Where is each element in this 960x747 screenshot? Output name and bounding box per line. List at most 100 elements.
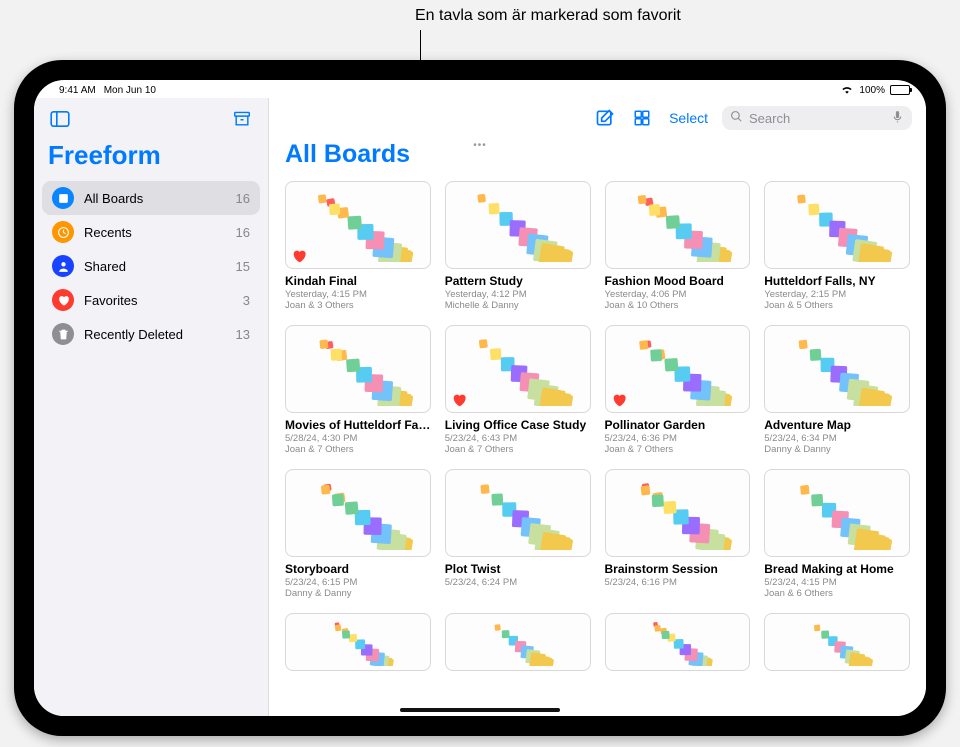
- sidebar-item-count: 15: [236, 259, 250, 274]
- board-thumbnail: [605, 181, 751, 269]
- board-card[interactable]: Plot Twist5/23/24, 6:24 PM: [445, 469, 591, 599]
- new-board-button[interactable]: [591, 108, 619, 128]
- app-body: Freeform All Boards 16 Recents 16 Shared 15 Fa…: [34, 98, 926, 716]
- sidebar-item-count: 3: [243, 293, 250, 308]
- search-input[interactable]: Search: [722, 106, 912, 130]
- board-date: 5/23/24, 6:43 PM: [445, 433, 591, 444]
- board-title: Pattern Study: [445, 274, 591, 288]
- board-thumbnail: [445, 469, 591, 557]
- board-card[interactable]: [605, 613, 751, 671]
- status-time: 9:41 AM: [59, 85, 96, 96]
- board-card[interactable]: Kindah FinalYesterday, 4:15 PMJoan & 3 O…: [285, 181, 431, 311]
- board-thumbnail: [605, 469, 751, 557]
- board-thumbnail: [605, 613, 751, 671]
- board-date: Yesterday, 4:12 PM: [445, 289, 591, 300]
- board-thumbnail: [764, 325, 910, 413]
- board-card[interactable]: Brainstorm Session5/23/24, 6:16 PM: [605, 469, 751, 599]
- sidebar: Freeform All Boards 16 Recents 16 Shared 15 Fa…: [34, 98, 269, 716]
- board-title: Storyboard: [285, 562, 431, 576]
- select-button[interactable]: Select: [665, 110, 712, 126]
- annotation-label: En tavla som är markerad som favorit: [415, 7, 681, 25]
- sidebar-item-all[interactable]: All Boards 16: [42, 181, 260, 215]
- board-date: 5/23/24, 6:15 PM: [285, 577, 431, 588]
- board-date: 5/23/24, 6:16 PM: [605, 577, 751, 588]
- sidebar-item-label: Favorites: [84, 293, 137, 308]
- board-shared: Joan & 5 Others: [764, 300, 910, 311]
- board-thumbnail: [764, 613, 910, 671]
- board-title: Brainstorm Session: [605, 562, 751, 576]
- board-card[interactable]: Movies of Hutteldorf Fa…5/28/24, 4:30 PM…: [285, 325, 431, 455]
- board-date: Yesterday, 4:15 PM: [285, 289, 431, 300]
- board-shared: Danny & Danny: [764, 444, 910, 455]
- mic-icon[interactable]: [891, 110, 904, 126]
- board-card[interactable]: Storyboard5/23/24, 6:15 PMDanny & Danny: [285, 469, 431, 599]
- sidebar-item-count: 16: [236, 191, 250, 206]
- battery-pct: 100%: [859, 85, 885, 96]
- board-card[interactable]: Pollinator Garden5/23/24, 6:36 PMJoan & …: [605, 325, 751, 455]
- board-card[interactable]: Pattern StudyYesterday, 4:12 PMMichelle …: [445, 181, 591, 311]
- view-mode-button[interactable]: [629, 109, 655, 127]
- board-shared: Joan & 7 Others: [445, 444, 591, 455]
- home-indicator[interactable]: [400, 708, 560, 712]
- sidebar-item-rec[interactable]: Recents 16: [42, 215, 260, 249]
- board-card[interactable]: Bread Making at Home5/23/24, 4:15 PMJoan…: [764, 469, 910, 599]
- board-shared: Joan & 7 Others: [605, 444, 751, 455]
- sidebar-item-sha[interactable]: Shared 15: [42, 249, 260, 283]
- board-card[interactable]: Hutteldorf Falls, NYYesterday, 2:15 PMJo…: [764, 181, 910, 311]
- board-date: Yesterday, 4:06 PM: [605, 289, 751, 300]
- board-title: Movies of Hutteldorf Fa…: [285, 418, 431, 432]
- main-area: Select Search All Boards Kindah FinalYes…: [269, 98, 926, 716]
- board-shared: Michelle & Danny: [445, 300, 591, 311]
- board-card[interactable]: [764, 613, 910, 671]
- board-thumbnail: [285, 181, 431, 269]
- board-date: 5/23/24, 6:24 PM: [445, 577, 591, 588]
- ipad-screen: 9:41 AM Mon Jun 10 100%: [34, 80, 926, 716]
- sidebar-item-label: Shared: [84, 259, 126, 274]
- favorite-icon: [611, 392, 627, 408]
- rec-icon: [52, 221, 74, 243]
- board-shared: Joan & 10 Others: [605, 300, 751, 311]
- board-card[interactable]: [285, 613, 431, 671]
- sidebar-item-label: All Boards: [84, 191, 143, 206]
- board-title: Hutteldorf Falls, NY: [764, 274, 910, 288]
- board-card[interactable]: Adventure Map5/23/24, 6:34 PMDanny & Dan…: [764, 325, 910, 455]
- board-title: Fashion Mood Board: [605, 274, 751, 288]
- page-title: All Boards: [269, 132, 926, 181]
- board-date: 5/23/24, 4:15 PM: [764, 577, 910, 588]
- sidebar-item-label: Recents: [84, 225, 132, 240]
- favorite-icon: [291, 248, 307, 264]
- board-grid: Kindah FinalYesterday, 4:15 PMJoan & 3 O…: [269, 181, 926, 716]
- sidebar-item-fav[interactable]: Favorites 3: [42, 283, 260, 317]
- del-icon: [52, 323, 74, 345]
- camera-dots: •••: [473, 140, 487, 151]
- sidebar-item-label: Recently Deleted: [84, 327, 183, 342]
- sidebar-item-count: 16: [236, 225, 250, 240]
- board-shared: Joan & 3 Others: [285, 300, 431, 311]
- board-shared: Joan & 6 Others: [764, 588, 910, 599]
- board-date: Yesterday, 2:15 PM: [764, 289, 910, 300]
- board-card[interactable]: Fashion Mood BoardYesterday, 4:06 PMJoan…: [605, 181, 751, 311]
- toggle-sidebar-button[interactable]: [46, 106, 74, 132]
- board-thumbnail: [605, 325, 751, 413]
- board-thumbnail: [285, 325, 431, 413]
- archive-button[interactable]: [228, 106, 256, 132]
- board-date: 5/28/24, 4:30 PM: [285, 433, 431, 444]
- board-thumbnail: [764, 181, 910, 269]
- sidebar-item-count: 13: [236, 327, 250, 342]
- toolbar: Select Search: [269, 98, 926, 132]
- ipad-frame: ••• 9:41 AM Mon Jun 10 100%: [14, 60, 946, 736]
- all-icon: [52, 187, 74, 209]
- sidebar-item-del[interactable]: Recently Deleted 13: [42, 317, 260, 351]
- fav-icon: [52, 289, 74, 311]
- board-card[interactable]: [445, 613, 591, 671]
- search-icon: [730, 110, 743, 126]
- board-title: Kindah Final: [285, 274, 431, 288]
- board-shared: Danny & Danny: [285, 588, 431, 599]
- battery-icon: [890, 85, 910, 95]
- board-card[interactable]: Living Office Case Study5/23/24, 6:43 PM…: [445, 325, 591, 455]
- board-thumbnail: [285, 469, 431, 557]
- board-thumbnail: [285, 613, 431, 671]
- status-bar: 9:41 AM Mon Jun 10 100%: [34, 80, 926, 98]
- sidebar-title: Freeform: [42, 136, 260, 181]
- search-placeholder: Search: [749, 111, 885, 126]
